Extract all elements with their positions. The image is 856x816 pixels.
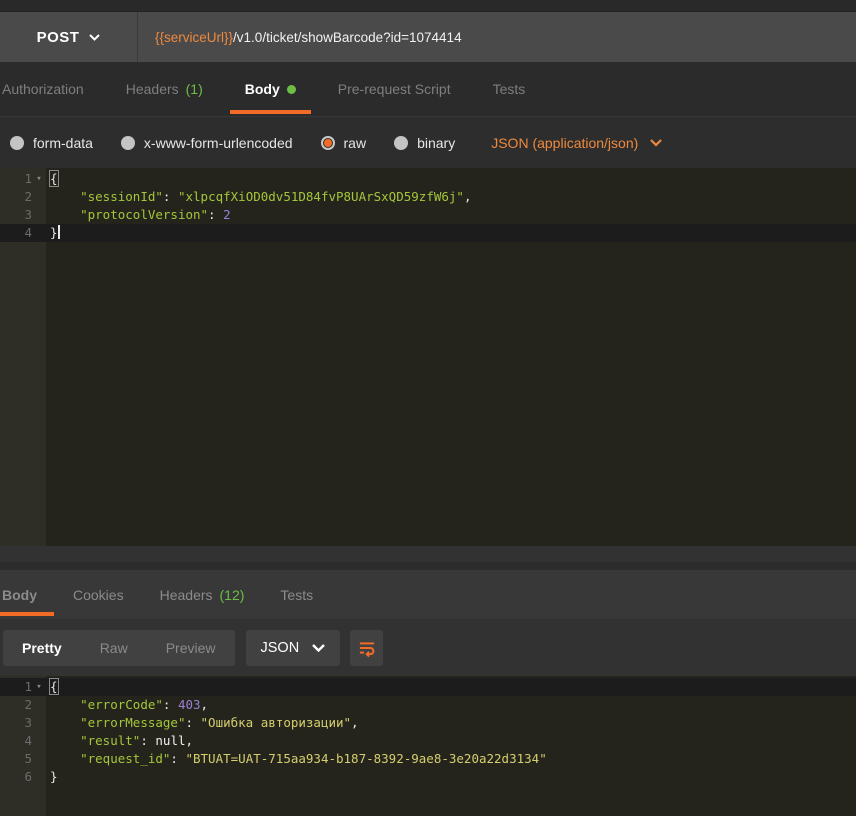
code-line[interactable]: 2 "errorCode": 403, bbox=[0, 696, 856, 714]
tab-label: Cookies bbox=[73, 586, 124, 603]
request-tabs: Authorization Headers (1) Body Pre-reque… bbox=[0, 62, 856, 117]
response-tab-tests[interactable]: Tests bbox=[280, 570, 313, 619]
body-mode-row: form-data x-www-form-urlencoded raw bina… bbox=[0, 117, 856, 168]
line-number: 3 bbox=[24, 715, 32, 730]
response-body-editor[interactable]: 1 ▾{2 "errorCode": 403, 3 "errorMessage": … bbox=[0, 676, 856, 816]
code-line[interactable]: 2 "sessionId": "xlpcqfXiOD0dv51D84fvP8UA… bbox=[0, 188, 856, 206]
line-number: 4 bbox=[24, 225, 32, 240]
line-number: 2 bbox=[24, 189, 32, 204]
line-number: 5 bbox=[24, 751, 32, 766]
tab-tests[interactable]: Tests bbox=[493, 62, 526, 116]
radio-selected-icon[interactable] bbox=[320, 135, 335, 150]
response-tab-body[interactable]: Body bbox=[0, 570, 54, 619]
body-mode-binary[interactable]: binary bbox=[394, 135, 455, 151]
code-line[interactable]: 1 ▾{ bbox=[0, 678, 856, 696]
tab-label: Headers bbox=[125, 81, 179, 97]
line-number: 3 bbox=[24, 207, 32, 222]
tab-label: Tests bbox=[280, 586, 314, 603]
tab-label: Headers bbox=[159, 586, 213, 603]
view-mode-raw[interactable]: Raw bbox=[81, 630, 147, 666]
response-tab-cookies[interactable]: Cookies bbox=[73, 570, 124, 619]
view-mode-preview[interactable]: Preview bbox=[147, 630, 235, 666]
code-line[interactable]: 3 "errorMessage": "Ошибка авторизации", bbox=[0, 714, 856, 732]
tab-label: Tests bbox=[492, 81, 526, 97]
url-environment-variable: {{serviceUrl}} bbox=[155, 29, 234, 45]
url-path: /v1.0/ticket/showBarcode?id=1074414 bbox=[233, 29, 462, 45]
code-line[interactable]: 4} bbox=[0, 224, 856, 242]
body-mode-form-data[interactable]: form-data bbox=[10, 135, 93, 151]
method-label: POST bbox=[36, 28, 80, 46]
wrap-text-button[interactable] bbox=[350, 629, 384, 666]
chevron-down-icon bbox=[312, 643, 326, 652]
tab-body[interactable]: Body bbox=[229, 62, 311, 116]
view-mode-label: Pretty bbox=[22, 639, 62, 656]
tab-label: Pre-request Script bbox=[337, 81, 451, 97]
view-mode-group: Pretty Raw Preview bbox=[3, 629, 235, 666]
tab-label: Body bbox=[2, 586, 37, 603]
chevron-down-icon bbox=[650, 138, 663, 147]
body-mode-urlencoded[interactable]: x-www-form-urlencoded bbox=[120, 134, 293, 151]
view-mode-label: Raw bbox=[99, 639, 128, 656]
chevron-down-icon bbox=[89, 33, 101, 41]
line-number: 2 bbox=[24, 697, 32, 712]
body-mode-label: x-www-form-urlencoded bbox=[143, 134, 293, 151]
radio-unselected-icon[interactable] bbox=[394, 135, 409, 150]
code-line[interactable]: 1 ▾{ bbox=[0, 170, 856, 188]
body-mode-raw[interactable]: raw bbox=[320, 134, 367, 151]
line-number: 6 bbox=[24, 769, 32, 784]
content-type-label: JSON (application/json) bbox=[491, 134, 639, 151]
body-mode-label: raw bbox=[343, 134, 367, 151]
response-tab-headers[interactable]: Headers (12) bbox=[160, 570, 245, 619]
tab-pre-request-script[interactable]: Pre-request Script bbox=[338, 62, 451, 116]
tab-label: Body bbox=[244, 81, 280, 97]
body-mode-label: binary bbox=[417, 134, 456, 151]
request-url-bar: POST {{serviceUrl}}/v1.0/ticket/showBarc… bbox=[0, 12, 856, 62]
view-mode-pretty[interactable]: Pretty bbox=[3, 630, 81, 666]
request-body-editor[interactable]: 1 ▾{2 "sessionId": "xlpcqfXiOD0dv51D84fvP… bbox=[0, 168, 856, 546]
section-divider bbox=[0, 546, 856, 562]
response-toolbar: Pretty Raw Preview JSON bbox=[0, 619, 856, 676]
format-label: JSON bbox=[260, 639, 300, 656]
line-number: 1 ▾ bbox=[0, 678, 46, 696]
code-line[interactable]: 4 "result": null, bbox=[0, 732, 856, 750]
code-line[interactable]: 5 "request_id": "BTUAT=UAT-715aa934-b187… bbox=[0, 750, 856, 768]
method-dropdown[interactable]: POST bbox=[0, 12, 138, 62]
line-number: 1 ▾ bbox=[0, 170, 46, 188]
tab-count: (12) bbox=[219, 586, 245, 603]
tab-label: Authorization bbox=[2, 81, 84, 97]
response-tabs: Body Cookies Headers (12) Tests bbox=[0, 562, 856, 619]
code-line[interactable]: 6} bbox=[0, 768, 856, 786]
modified-indicator-dot bbox=[286, 84, 296, 94]
line-number: 4 bbox=[24, 733, 32, 748]
wrap-text-icon bbox=[359, 641, 375, 657]
tab-headers[interactable]: Headers (1) bbox=[126, 62, 203, 116]
tab-authorization[interactable]: Authorization bbox=[2, 62, 84, 116]
view-mode-label: Preview bbox=[165, 639, 216, 656]
radio-unselected-icon[interactable] bbox=[120, 135, 135, 150]
code-line[interactable]: 3 "protocolVersion": 2 bbox=[0, 206, 856, 224]
text-cursor bbox=[57, 225, 60, 239]
body-mode-label: form-data bbox=[33, 134, 93, 151]
response-format-dropdown[interactable]: JSON bbox=[245, 629, 341, 666]
tab-count: (1) bbox=[185, 81, 203, 97]
window-top-strip bbox=[0, 0, 856, 12]
fold-arrow-icon[interactable]: ▾ bbox=[32, 678, 46, 696]
url-input[interactable]: {{serviceUrl}}/v1.0/ticket/showBarcode?i… bbox=[138, 12, 856, 62]
radio-unselected-icon[interactable] bbox=[10, 135, 24, 150]
fold-arrow-icon[interactable]: ▾ bbox=[32, 170, 46, 188]
content-type-dropdown[interactable]: JSON (application/json) bbox=[491, 134, 663, 151]
